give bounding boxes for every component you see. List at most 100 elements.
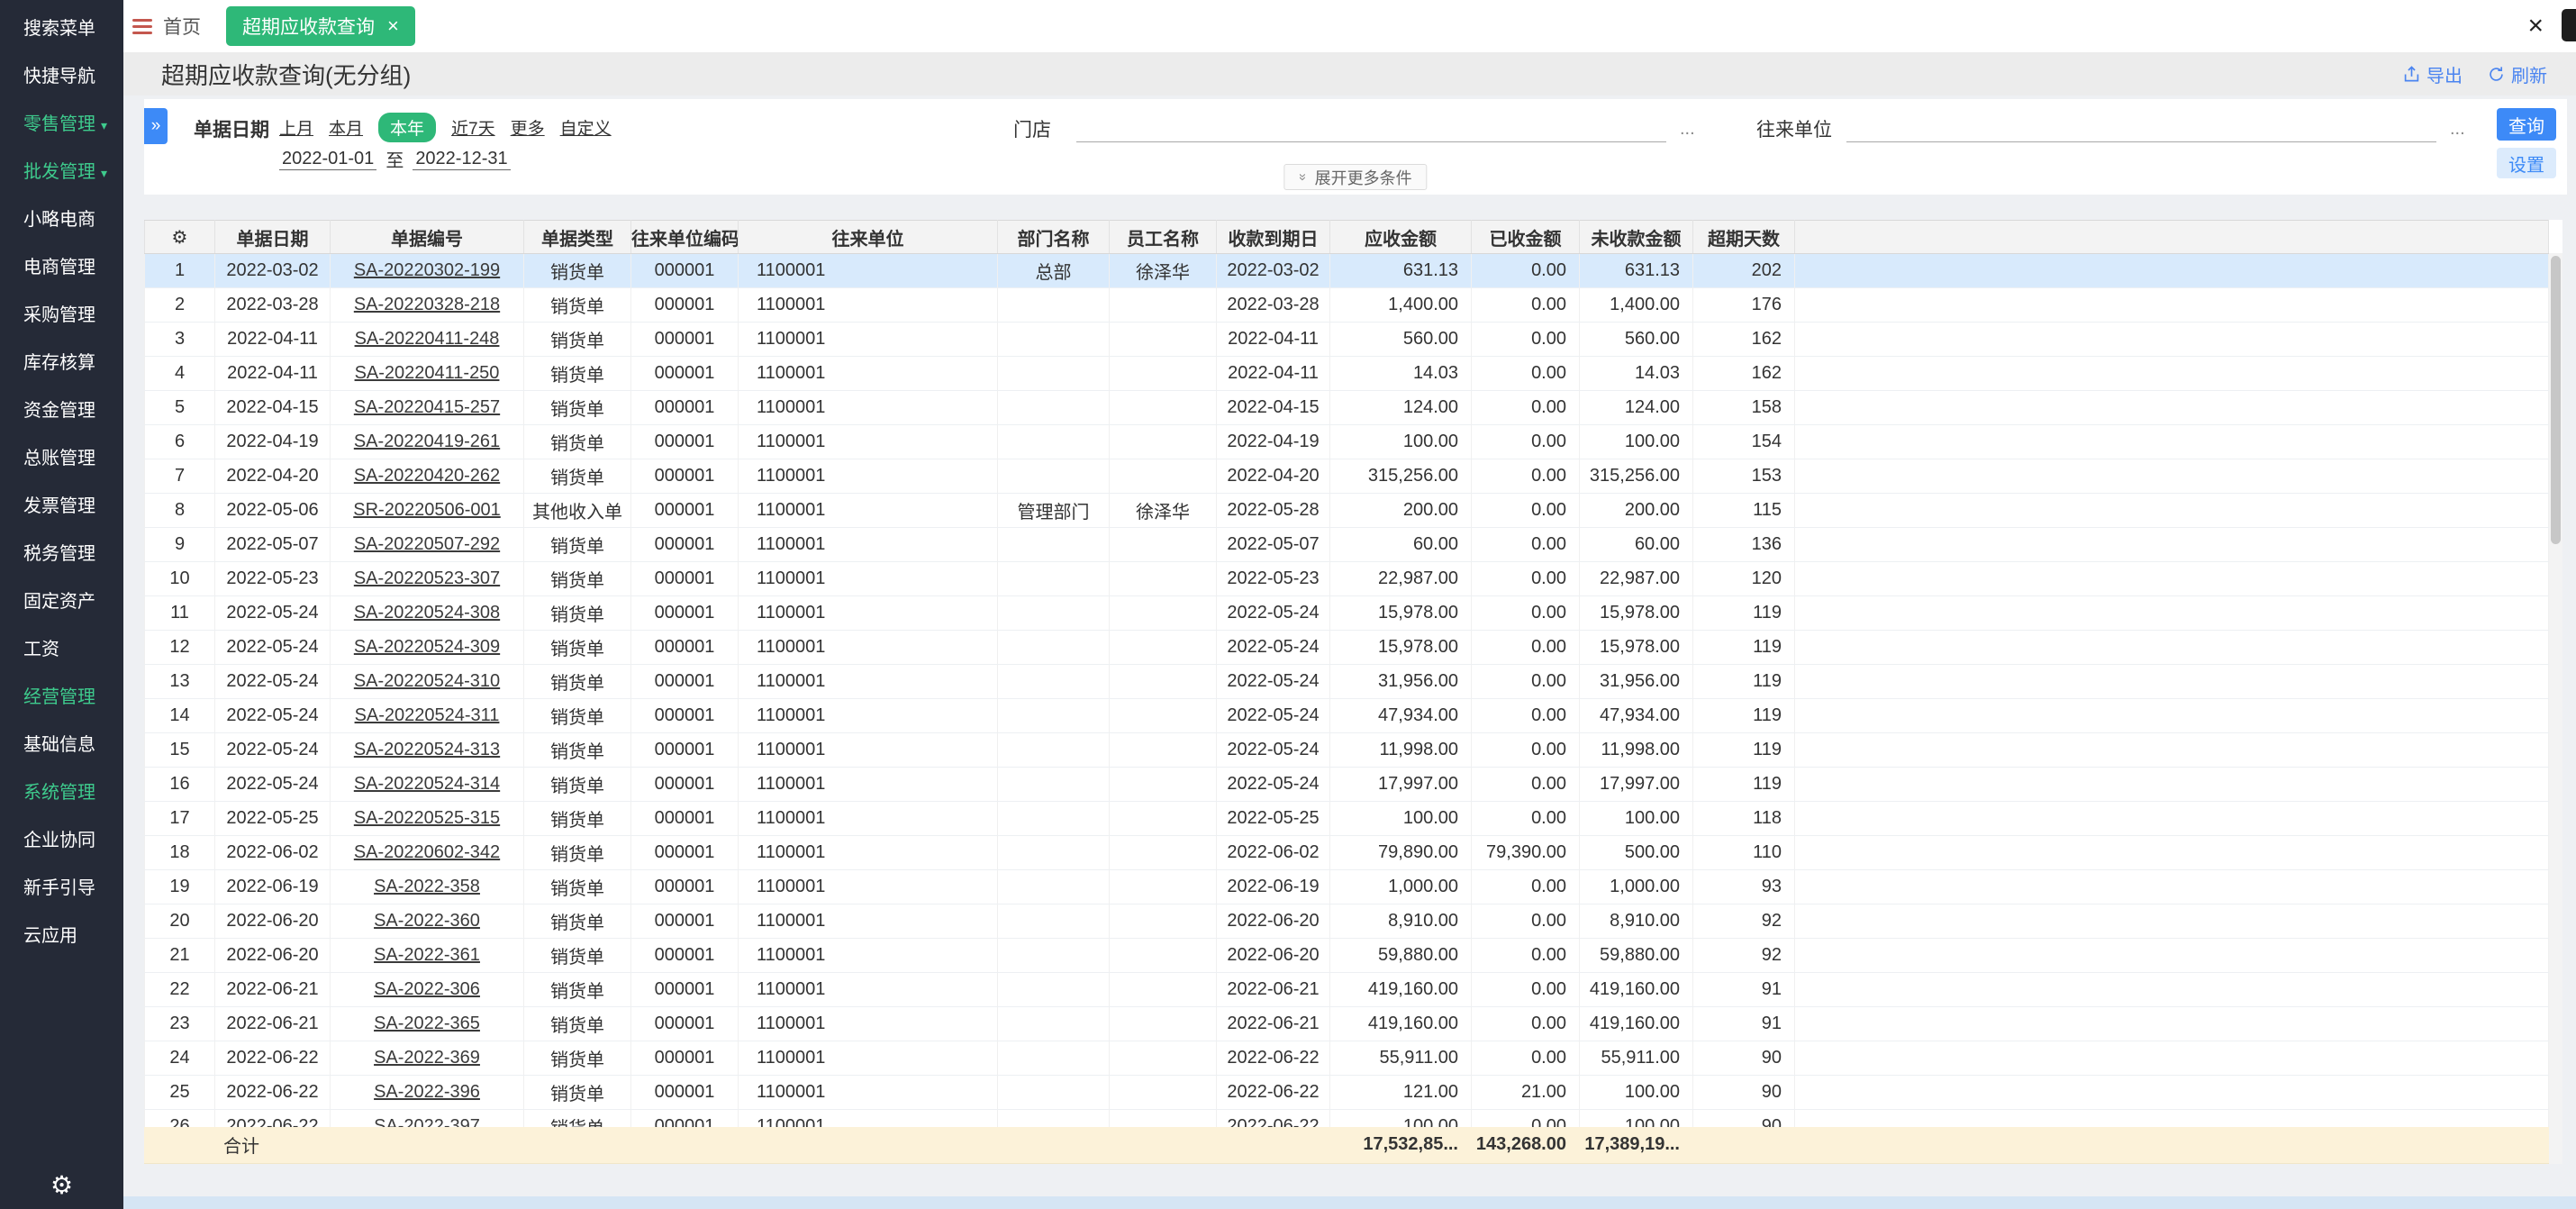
doc-number-link[interactable]: SA-20220525-315: [354, 808, 500, 828]
column-header[interactable]: 往来单位: [738, 220, 998, 254]
table-row[interactable]: 21 2022-06-20 SA-2022-361 销货单 000001 1100001 2…: [144, 938, 2549, 973]
column-header[interactable]: 应收金额: [1329, 220, 1472, 254]
column-header[interactable]: 已收金额: [1471, 220, 1580, 254]
tab-home[interactable]: 首页: [163, 13, 201, 40]
table-row[interactable]: 2 2022-03-28 SA-20220328-218 销货单 000001 11000…: [144, 287, 2549, 323]
date-quick-link[interactable]: 近7天: [451, 115, 495, 140]
doc-number-link[interactable]: SA-20220420-262: [354, 466, 500, 486]
table-row[interactable]: 12 2022-05-24 SA-20220524-309 销货单 000001 1100…: [144, 630, 2549, 665]
doc-number-link[interactable]: SA-20220415-257: [354, 397, 500, 417]
collapse-filter-icon[interactable]: »: [144, 108, 168, 144]
column-header[interactable]: 部门名称: [997, 220, 1110, 254]
sidebar-item[interactable]: 搜索菜单: [0, 5, 123, 53]
date-quick-link[interactable]: 自定义: [560, 115, 612, 140]
export-button[interactable]: 导出: [2403, 61, 2463, 87]
doc-number-link[interactable]: SA-20220302-199: [354, 260, 500, 280]
sidebar-item[interactable]: 固定资产: [0, 578, 123, 626]
doc-number-link[interactable]: SR-20220506-001: [353, 500, 500, 520]
store-input[interactable]: [1076, 117, 1666, 142]
doc-number-link[interactable]: SA-20220524-310: [354, 671, 500, 691]
doc-number-link[interactable]: SA-2022-365: [374, 1014, 480, 1033]
doc-number-link[interactable]: SA-2022-358: [374, 877, 480, 896]
sidebar-item[interactable]: 总账管理: [0, 435, 123, 483]
scrollbar-thumb[interactable]: [2551, 256, 2561, 544]
table-row[interactable]: 16 2022-05-24 SA-20220524-314 销货单 000001 1100…: [144, 767, 2549, 802]
table-row[interactable]: 25 2022-06-22 SA-2022-396 销货单 000001 1100001 2…: [144, 1075, 2549, 1110]
date-quick-link[interactable]: 更多: [511, 115, 545, 140]
date-start-input[interactable]: 2022-01-01: [279, 149, 377, 170]
sidebar-item[interactable]: 经营管理: [0, 674, 123, 722]
sidebar-item[interactable]: 资金管理: [0, 387, 123, 435]
table-row-partial[interactable]: 262022-06-22SA-2022-397销货单00000111000012…: [144, 1109, 2549, 1127]
sidebar-item[interactable]: 云应用: [0, 913, 123, 960]
sidebar-item[interactable]: 企业协同: [0, 817, 123, 865]
table-row[interactable]: 23 2022-06-21 SA-2022-365 销货单 000001 1100001 2…: [144, 1006, 2549, 1041]
partner-input[interactable]: [1846, 117, 2436, 142]
doc-number-link[interactable]: SA-20220523-307: [354, 568, 500, 588]
bottom-scroll-strip[interactable]: [123, 1196, 2576, 1209]
table-row[interactable]: 14 2022-05-24 SA-20220524-311 销货单 000001 1100…: [144, 698, 2549, 733]
doc-number-link[interactable]: SA-20220524-313: [354, 740, 500, 759]
doc-number-link[interactable]: SA-2022-397: [374, 1116, 480, 1127]
column-header[interactable]: 员工名称: [1109, 220, 1217, 254]
doc-number-link[interactable]: SA-2022-369: [374, 1048, 480, 1068]
table-row[interactable]: 20 2022-06-20 SA-2022-360 销货单 000001 1100001 2…: [144, 904, 2549, 939]
corner-handle[interactable]: [2562, 9, 2576, 41]
sidebar-item[interactable]: 新手引导: [0, 865, 123, 913]
doc-number-link[interactable]: SA-20220524-314: [354, 774, 500, 794]
table-row[interactable]: 3 2022-04-11 SA-20220411-248 销货单 000001 11000…: [144, 322, 2549, 357]
doc-number-link[interactable]: SA-20220328-218: [354, 295, 500, 314]
column-header[interactable]: 往来单位编码: [630, 220, 739, 254]
table-row[interactable]: 9 2022-05-07 SA-20220507-292 销货单 000001 11000…: [144, 527, 2549, 562]
tab-overdue-receivables[interactable]: 超期应收款查询 ×: [226, 6, 415, 46]
column-header[interactable]: 单据日期: [214, 220, 331, 254]
date-end-input[interactable]: 2022-12-31: [413, 149, 511, 170]
column-header[interactable]: 单据类型: [523, 220, 631, 254]
table-row[interactable]: 15 2022-05-24 SA-20220524-313 销货单 000001 1100…: [144, 732, 2549, 768]
doc-number-link[interactable]: SA-20220419-261: [354, 432, 500, 451]
table-row[interactable]: 18 2022-06-02 SA-20220602-342 销货单 000001 1100…: [144, 835, 2549, 870]
refresh-button[interactable]: 刷新: [2488, 61, 2547, 87]
date-quick-link[interactable]: 本年: [378, 113, 437, 142]
menu-icon[interactable]: [132, 18, 152, 34]
sidebar-item[interactable]: 零售管理 ▾: [0, 101, 123, 149]
sidebar-item[interactable]: 税务管理: [0, 531, 123, 578]
table-row[interactable]: 13 2022-05-24 SA-20220524-310 销货单 000001 1100…: [144, 664, 2549, 699]
doc-number-link[interactable]: SA-2022-306: [374, 979, 480, 999]
doc-number-link[interactable]: SA-20220507-292: [354, 534, 500, 554]
doc-number-link[interactable]: SA-20220524-308: [354, 603, 500, 623]
doc-number-link[interactable]: SA-20220602-342: [354, 842, 500, 862]
doc-number-link[interactable]: SA-2022-361: [374, 945, 480, 965]
table-row[interactable]: 22 2022-06-21 SA-2022-306 销货单 000001 1100001 2…: [144, 972, 2549, 1007]
settings-button[interactable]: 设置: [2497, 148, 2556, 178]
doc-number-link[interactable]: SA-20220524-309: [354, 637, 500, 657]
sidebar-item[interactable]: 工资: [0, 626, 123, 674]
sidebar-item[interactable]: 发票管理: [0, 483, 123, 531]
table-row[interactable]: 11 2022-05-24 SA-20220524-308 销货单 000001 1100…: [144, 595, 2549, 631]
query-button[interactable]: 查询: [2497, 108, 2556, 141]
sidebar-item[interactable]: 系统管理: [0, 769, 123, 817]
sidebar-item[interactable]: 批发管理 ▾: [0, 149, 123, 196]
date-quick-link[interactable]: 上月: [279, 115, 313, 140]
table-row[interactable]: 1 2022-03-02 SA-20220302-199 销货单 000001 11000…: [144, 253, 2549, 288]
sidebar-item[interactable]: 库存核算: [0, 340, 123, 387]
table-row[interactable]: 8 2022-05-06 SR-20220506-001 其他收入单 000001 110…: [144, 493, 2549, 528]
doc-number-link[interactable]: SA-2022-396: [374, 1082, 480, 1102]
table-row[interactable]: 4 2022-04-11 SA-20220411-250 销货单 000001 11000…: [144, 356, 2549, 391]
column-header[interactable]: 单据编号: [330, 220, 524, 254]
table-row[interactable]: 7 2022-04-20 SA-20220420-262 销货单 000001 11000…: [144, 459, 2549, 494]
table-row[interactable]: 24 2022-06-22 SA-2022-369 销货单 000001 1100001 2…: [144, 1041, 2549, 1076]
sidebar-item[interactable]: 小略电商: [0, 196, 123, 244]
table-row[interactable]: 19 2022-06-19 SA-2022-358 销货单 000001 1100001 2…: [144, 869, 2549, 904]
column-header[interactable]: 未收款金额: [1579, 220, 1693, 254]
settings-gear-icon[interactable]: ⚙: [0, 1170, 123, 1200]
table-row[interactable]: 5 2022-04-15 SA-20220415-257 销货单 000001 11000…: [144, 390, 2549, 425]
vertical-scrollbar[interactable]: [2549, 253, 2562, 1164]
sidebar-item[interactable]: 采购管理: [0, 292, 123, 340]
sidebar-item[interactable]: 电商管理: [0, 244, 123, 292]
doc-number-link[interactable]: SA-20220411-248: [355, 329, 500, 349]
grid-settings-gear-icon[interactable]: ⚙: [144, 220, 215, 254]
sidebar-item[interactable]: 快捷导航: [0, 53, 123, 101]
table-row[interactable]: 17 2022-05-25 SA-20220525-315 销货单 000001 1100…: [144, 801, 2549, 836]
partner-picker-button[interactable]: ...: [2450, 119, 2465, 140]
